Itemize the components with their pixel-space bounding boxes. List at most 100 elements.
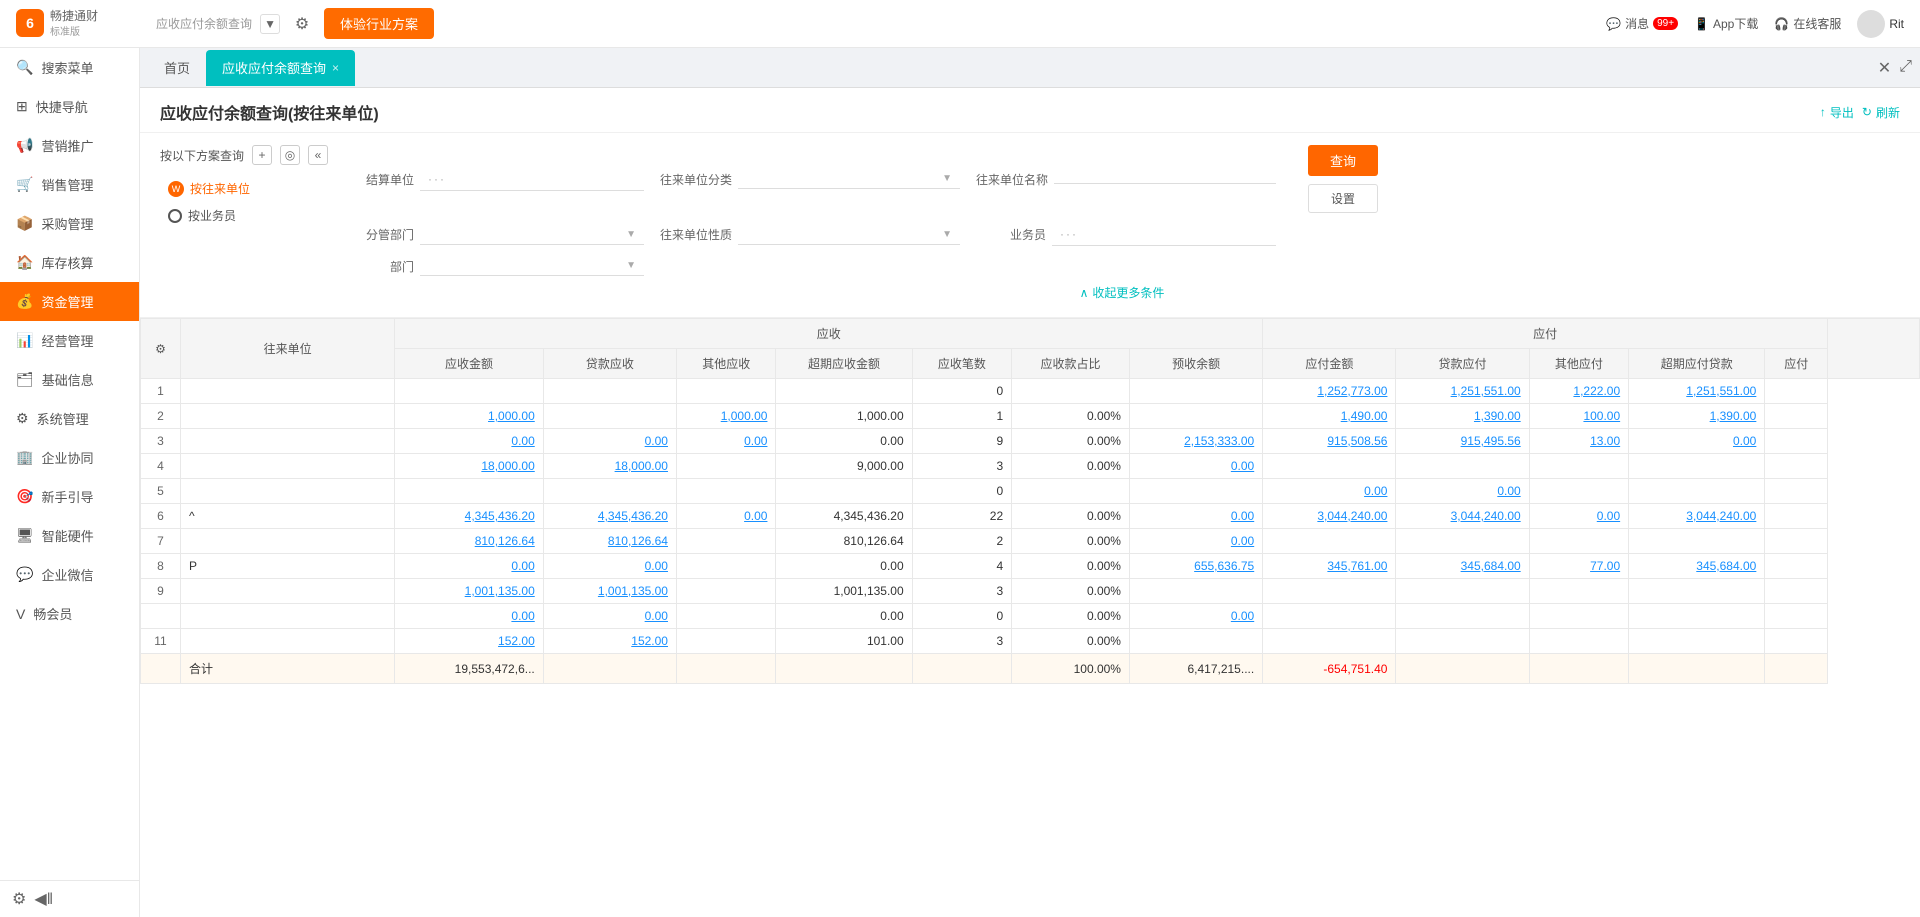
table-cell[interactable]: 1,490.00 bbox=[1263, 404, 1396, 429]
table-cell[interactable]: 3,044,240.00 bbox=[1263, 504, 1396, 529]
table-cell[interactable] bbox=[676, 479, 775, 504]
table-cell[interactable] bbox=[1129, 479, 1262, 504]
tab-close-icon[interactable]: × bbox=[332, 61, 339, 75]
table-cell[interactable]: 0.00 bbox=[1396, 479, 1529, 504]
table-cell[interactable] bbox=[1129, 404, 1262, 429]
table-cell[interactable]: 810,126.64 bbox=[395, 529, 544, 554]
table-cell[interactable]: 0.00 bbox=[1129, 504, 1262, 529]
table-cell[interactable] bbox=[1396, 529, 1529, 554]
unit-name-input[interactable] bbox=[1054, 175, 1276, 184]
table-cell[interactable]: 1,001,135.00 bbox=[395, 579, 544, 604]
table-cell[interactable]: 1,222.00 bbox=[1529, 379, 1628, 404]
sidebar-item-inventory[interactable]: 🏠 库存核算 bbox=[0, 243, 139, 282]
table-cell[interactable]: 77.00 bbox=[1529, 554, 1628, 579]
table-cell[interactable]: 1,252,773.00 bbox=[1263, 379, 1396, 404]
table-cell[interactable] bbox=[1629, 479, 1765, 504]
table-cell[interactable] bbox=[676, 579, 775, 604]
dept-manager-input[interactable]: ▼ bbox=[420, 225, 644, 245]
table-cell[interactable] bbox=[1529, 629, 1628, 654]
table-cell[interactable]: 0.00 bbox=[1129, 529, 1262, 554]
sidebar-item-finance[interactable]: 💰 资金管理 bbox=[0, 282, 139, 321]
settlement-unit-input[interactable]: ··· bbox=[420, 168, 644, 191]
filter-collapse-button[interactable]: « bbox=[308, 145, 328, 165]
table-cell[interactable]: 0.00 bbox=[395, 429, 544, 454]
table-cell[interactable]: 0.00 bbox=[395, 554, 544, 579]
table-cell[interactable] bbox=[1529, 579, 1628, 604]
table-cell[interactable]: 0.00 bbox=[676, 504, 775, 529]
sidebar-item-basic[interactable]: 🗂 基础信息 bbox=[0, 360, 139, 399]
table-cell[interactable]: 4,345,436.20 bbox=[543, 504, 676, 529]
table-cell[interactable]: 2,153,333.00 bbox=[1129, 429, 1262, 454]
table-cell[interactable] bbox=[1129, 629, 1262, 654]
table-cell[interactable]: 655,636.75 bbox=[1129, 554, 1262, 579]
table-cell[interactable] bbox=[676, 629, 775, 654]
table-cell[interactable] bbox=[1396, 579, 1529, 604]
table-cell[interactable]: 18,000.00 bbox=[395, 454, 544, 479]
messages-button[interactable]: 💬 消息 99+ bbox=[1606, 15, 1678, 32]
table-cell[interactable]: 345,761.00 bbox=[1263, 554, 1396, 579]
table-cell[interactable]: 3,044,240.00 bbox=[1629, 504, 1765, 529]
table-cell[interactable] bbox=[1629, 529, 1765, 554]
table-cell[interactable]: 100.00 bbox=[1529, 404, 1628, 429]
table-cell[interactable]: 4,345,436.20 bbox=[395, 504, 544, 529]
table-cell[interactable]: 0.00 bbox=[1129, 604, 1262, 629]
table-cell[interactable]: 152.00 bbox=[395, 629, 544, 654]
department-input[interactable]: ▼ bbox=[420, 256, 644, 276]
table-cell[interactable] bbox=[676, 554, 775, 579]
table-cell[interactable] bbox=[1529, 604, 1628, 629]
unit-category-input[interactable]: ▼ bbox=[738, 169, 960, 189]
add-filter-button[interactable]: + bbox=[252, 145, 272, 165]
online-service-button[interactable]: 🎧 在线客服 bbox=[1774, 15, 1841, 32]
export-button[interactable]: ↑ 导出 bbox=[1820, 104, 1854, 121]
table-cell[interactable]: 13.00 bbox=[1529, 429, 1628, 454]
table-cell[interactable] bbox=[543, 404, 676, 429]
table-cell[interactable]: 1,251,551.00 bbox=[1396, 379, 1529, 404]
table-cell[interactable]: 3,044,240.00 bbox=[1396, 504, 1529, 529]
table-cell[interactable]: 0.00 bbox=[1529, 504, 1628, 529]
sidebar-item-search[interactable]: 🔍 搜索菜单 bbox=[0, 48, 139, 87]
sidebar-item-purchase[interactable]: 📦 采购管理 bbox=[0, 204, 139, 243]
sidebar-collapse-icon[interactable]: ◀‖ bbox=[34, 889, 53, 909]
app-download-button[interactable]: 📱 App下载 bbox=[1694, 15, 1758, 32]
tab-query[interactable]: 应收应付余额查询 × bbox=[206, 50, 355, 86]
sidebar-item-member[interactable]: V 畅会员 bbox=[0, 594, 139, 633]
collapse-button[interactable]: ∧ 收起更多条件 bbox=[344, 280, 1900, 305]
nav-dropdown-button[interactable]: ▼ bbox=[260, 14, 280, 34]
table-cell[interactable] bbox=[1396, 454, 1529, 479]
table-cell[interactable] bbox=[543, 479, 676, 504]
table-cell[interactable]: 1,390.00 bbox=[1396, 404, 1529, 429]
sidebar-settings-icon[interactable]: ⚙ bbox=[12, 889, 26, 909]
table-cell[interactable] bbox=[1529, 479, 1628, 504]
view-option-by-unit[interactable]: W 按往来单位 bbox=[160, 177, 328, 200]
table-cell[interactable] bbox=[1629, 454, 1765, 479]
table-cell[interactable] bbox=[676, 529, 775, 554]
table-cell[interactable]: 345,684.00 bbox=[1629, 554, 1765, 579]
table-cell[interactable] bbox=[1263, 629, 1396, 654]
table-cell[interactable]: 1,000.00 bbox=[395, 404, 544, 429]
try-industry-button[interactable]: 体验行业方案 bbox=[324, 8, 434, 39]
table-cell[interactable] bbox=[1529, 529, 1628, 554]
table-cell[interactable]: 0.00 bbox=[395, 604, 544, 629]
table-cell[interactable]: 345,684.00 bbox=[1396, 554, 1529, 579]
scheme-settings-button[interactable]: ◎ bbox=[280, 145, 300, 165]
sidebar-item-wechat[interactable]: 💬 企业微信 bbox=[0, 555, 139, 594]
table-cell[interactable] bbox=[1629, 579, 1765, 604]
table-cell[interactable] bbox=[1263, 454, 1396, 479]
sidebar-item-hardware[interactable]: 🖥 智能硬件 bbox=[0, 516, 139, 555]
refresh-button[interactable]: ↻ 刷新 bbox=[1862, 104, 1900, 121]
table-cell[interactable]: 810,126.64 bbox=[543, 529, 676, 554]
table-cell[interactable] bbox=[395, 379, 544, 404]
table-cell[interactable] bbox=[676, 379, 775, 404]
table-cell[interactable] bbox=[1263, 604, 1396, 629]
table-cell[interactable] bbox=[1129, 579, 1262, 604]
sidebar-item-quick[interactable]: ⊞ 快捷导航 bbox=[0, 87, 139, 126]
tab-home[interactable]: 首页 bbox=[148, 50, 206, 86]
table-cell[interactable] bbox=[1263, 579, 1396, 604]
table-cell[interactable]: 0.00 bbox=[543, 604, 676, 629]
table-cell[interactable]: 1,000.00 bbox=[676, 404, 775, 429]
sidebar-item-system[interactable]: ⚙ 系统管理 bbox=[0, 399, 139, 438]
table-cell[interactable]: 1,390.00 bbox=[1629, 404, 1765, 429]
table-cell[interactable]: 0.00 bbox=[1263, 479, 1396, 504]
unit-nature-input[interactable]: ▼ bbox=[738, 225, 960, 245]
settings-icon[interactable]: ⚙ bbox=[288, 10, 316, 38]
